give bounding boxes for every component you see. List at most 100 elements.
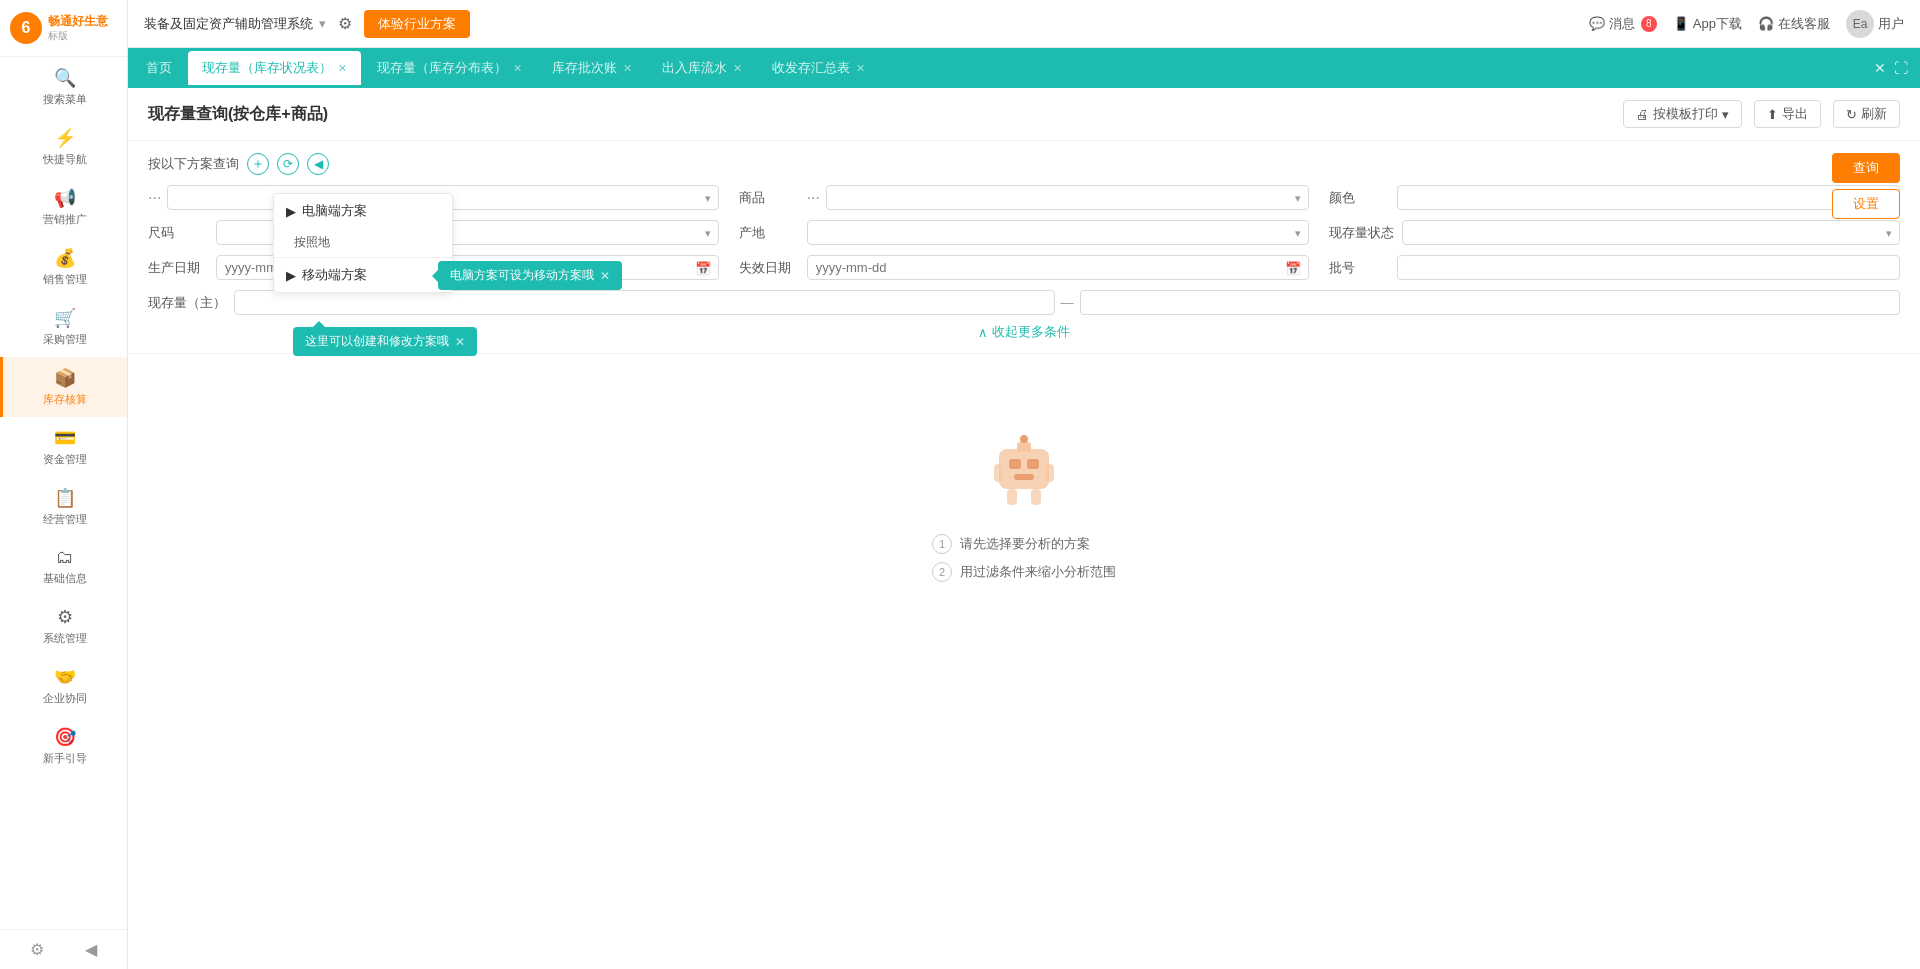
stock-icon: 📦 xyxy=(54,367,76,389)
svg-rect-1 xyxy=(1009,459,1021,469)
scheme-sub-item[interactable]: 按照地 xyxy=(274,228,452,257)
sidebar-item-finance[interactable]: 💳 资金管理 xyxy=(0,417,127,477)
collab-icon: 🤝 xyxy=(54,666,76,688)
tooltip-1: 电脑方案可设为移动方案哦 ✕ xyxy=(438,261,622,290)
tab-close-stock-status[interactable]: ✕ xyxy=(338,62,347,75)
export-button[interactable]: ⬆ 导出 xyxy=(1754,100,1821,128)
content-area: 现存量查询(按仓库+商品) 🖨 按模板打印 ▾ ⬆ 导出 ↻ 刷新 xyxy=(128,88,1920,969)
message-button[interactable]: 💬 消息 8 xyxy=(1589,15,1657,33)
refresh-button[interactable]: ↻ 刷新 xyxy=(1833,100,1900,128)
sidebar-item-marketing[interactable]: 📢 营销推广 xyxy=(0,177,127,237)
content-inner: 现存量查询(按仓库+商品) 🖨 按模板打印 ▾ ⬆ 导出 ↻ 刷新 xyxy=(128,88,1920,969)
sidebar-item-stock[interactable]: 📦 库存核算 xyxy=(0,357,127,417)
origin-select[interactable] xyxy=(807,220,1310,245)
tab-close-collect[interactable]: ✕ xyxy=(856,62,865,75)
expire-date-label: 失效日期 xyxy=(739,259,799,277)
filter-row-4: 现存量（主） — xyxy=(148,290,1900,315)
sidebar-item-basic[interactable]: 🗂 基础信息 xyxy=(0,537,127,596)
expire-date-input[interactable] xyxy=(807,255,1310,280)
sidebar-item-search[interactable]: 🔍 搜索菜单 xyxy=(0,57,127,117)
marketing-icon: 📢 xyxy=(54,187,76,209)
edit-filter-btn[interactable]: ⟳ xyxy=(277,153,299,175)
stock-qty-range: — xyxy=(234,290,1900,315)
topbar-settings-icon[interactable]: ⚙ xyxy=(338,14,352,33)
tab-maximize-icon[interactable]: ⛶ xyxy=(1894,60,1908,76)
svg-rect-9 xyxy=(1031,489,1041,505)
guide-icon: 🎯 xyxy=(54,726,76,748)
online-support-button[interactable]: 🎧 在线客服 xyxy=(1758,15,1830,33)
app-logo-icon: 6 xyxy=(10,12,42,44)
sidebar-item-guide[interactable]: 🎯 新手引导 xyxy=(0,716,127,776)
search-button[interactable]: 查询 xyxy=(1832,153,1900,183)
sales-icon: 💰 xyxy=(54,247,76,269)
app-logo-text: 畅通好生意 标版 xyxy=(48,14,108,43)
page-actions: 🖨 按模板打印 ▾ ⬆ 导出 ↻ 刷新 xyxy=(1623,100,1900,128)
page-header: 现存量查询(按仓库+商品) 🖨 按模板打印 ▾ ⬆ 导出 ↻ 刷新 xyxy=(128,88,1920,141)
purchase-icon: 🛒 xyxy=(54,307,76,329)
tab-close-stock-dist[interactable]: ✕ xyxy=(513,62,522,75)
system-title-dropdown-icon[interactable]: ▾ xyxy=(319,16,326,31)
batch-input[interactable] xyxy=(1397,255,1900,280)
add-filter-btn[interactable]: ＋ xyxy=(247,153,269,175)
filter-item-origin: 产地 xyxy=(739,220,1310,245)
empty-step-2: 2 用过滤条件来缩小分析范围 xyxy=(932,562,1116,582)
tab-close-inout[interactable]: ✕ xyxy=(733,62,742,75)
printer-icon: 🖨 xyxy=(1636,107,1649,122)
user-avatar: Ea xyxy=(1846,10,1874,38)
sidebar-item-purchase[interactable]: 🛒 采购管理 xyxy=(0,297,127,357)
filter-header: 按以下方案查询 ＋ ⟳ ◀ xyxy=(148,153,1900,175)
tooltip-1-close[interactable]: ✕ xyxy=(600,269,610,283)
stock-status-select[interactable] xyxy=(1402,220,1900,245)
warehouse-more-icon[interactable]: ··· xyxy=(148,189,161,207)
tab-home[interactable]: 首页 xyxy=(132,51,186,85)
sidebar: 6 畅通好生意 标版 🔍 搜索菜单 ⚡ 快捷导航 📢 营销推广 💰 销售管理 🛒… xyxy=(0,0,128,969)
goods-select[interactable] xyxy=(826,185,1309,210)
trial-button[interactable]: 体验行业方案 xyxy=(364,10,470,38)
phone-icon: 📱 xyxy=(1673,16,1689,31)
svg-rect-0 xyxy=(999,449,1049,489)
stock-qty-label: 现存量（主） xyxy=(148,294,226,312)
quick-icon: ⚡ xyxy=(54,127,76,149)
user-menu[interactable]: Ea 用户 xyxy=(1846,10,1904,38)
settings-icon[interactable]: ⚙ xyxy=(30,940,44,959)
sidebar-item-sales[interactable]: 💰 销售管理 xyxy=(0,237,127,297)
sidebar-menu: 🔍 搜索菜单 ⚡ 快捷导航 📢 营销推广 💰 销售管理 🛒 采购管理 📦 库存核… xyxy=(0,57,127,929)
tab-inout-flow[interactable]: 出入库流水 ✕ xyxy=(648,51,756,85)
tab-batch-account[interactable]: 库存批次账 ✕ xyxy=(538,51,646,85)
sidebar-item-collab[interactable]: 🤝 企业协同 xyxy=(0,656,127,716)
sidebar-item-system[interactable]: ⚙ 系统管理 xyxy=(0,596,127,656)
tab-close-all-icon[interactable]: ✕ xyxy=(1874,60,1886,76)
batch-label: 批号 xyxy=(1329,259,1389,277)
scheme-group-desktop: ▶ 电脑端方案 按照地 xyxy=(274,194,452,258)
filter-arrow-btn[interactable]: ◀ xyxy=(307,153,329,175)
tabbar: 首页 现存量（库存状况表） ✕ 现存量（库存分布表） ✕ 库存批次账 ✕ 出入库… xyxy=(128,48,1920,88)
filter-item-color: 颜色 xyxy=(1329,185,1900,210)
tab-close-batch[interactable]: ✕ xyxy=(623,62,632,75)
export-icon: ⬆ xyxy=(1767,107,1778,122)
svg-rect-4 xyxy=(1017,442,1031,452)
tab-collect-summary[interactable]: 收发存汇总表 ✕ xyxy=(758,51,879,85)
sidebar-item-operations[interactable]: 📋 经营管理 xyxy=(0,477,127,537)
tab-stock-status[interactable]: 现存量（库存状况表） ✕ xyxy=(188,51,361,85)
chevron-right-icon-2: ▶ xyxy=(286,268,296,283)
stock-qty-from[interactable] xyxy=(234,290,1055,315)
empty-steps: 1 请先选择要分析的方案 2 用过滤条件来缩小分析范围 xyxy=(932,534,1116,582)
collapse-sidebar-icon[interactable]: ◀ xyxy=(85,940,97,959)
headset-icon: 🎧 xyxy=(1758,16,1774,31)
scheme-desktop-item[interactable]: ▶ 电脑端方案 xyxy=(274,194,452,228)
finance-icon: 💳 xyxy=(54,427,76,449)
chevron-up-icon: ∧ xyxy=(978,325,988,340)
collapse-more-btn[interactable]: ∧ 收起更多条件 xyxy=(978,323,1070,341)
svg-rect-3 xyxy=(1014,474,1034,480)
chevron-right-icon: ▶ xyxy=(286,204,296,219)
app-download-button[interactable]: 📱 App下载 xyxy=(1673,15,1742,33)
color-select[interactable] xyxy=(1397,185,1900,210)
tooltip-2-close[interactable]: ✕ xyxy=(455,335,465,349)
goods-more-icon[interactable]: ··· xyxy=(807,189,820,207)
tooltip-2: 这里可以创建和修改方案哦 ✕ xyxy=(293,327,477,356)
tab-stock-dist[interactable]: 现存量（库存分布表） ✕ xyxy=(363,51,536,85)
stock-qty-to[interactable] xyxy=(1080,290,1901,315)
print-button[interactable]: 🖨 按模板打印 ▾ xyxy=(1623,100,1742,128)
reset-button[interactable]: 设置 xyxy=(1832,189,1900,219)
sidebar-item-quick[interactable]: ⚡ 快捷导航 xyxy=(0,117,127,177)
